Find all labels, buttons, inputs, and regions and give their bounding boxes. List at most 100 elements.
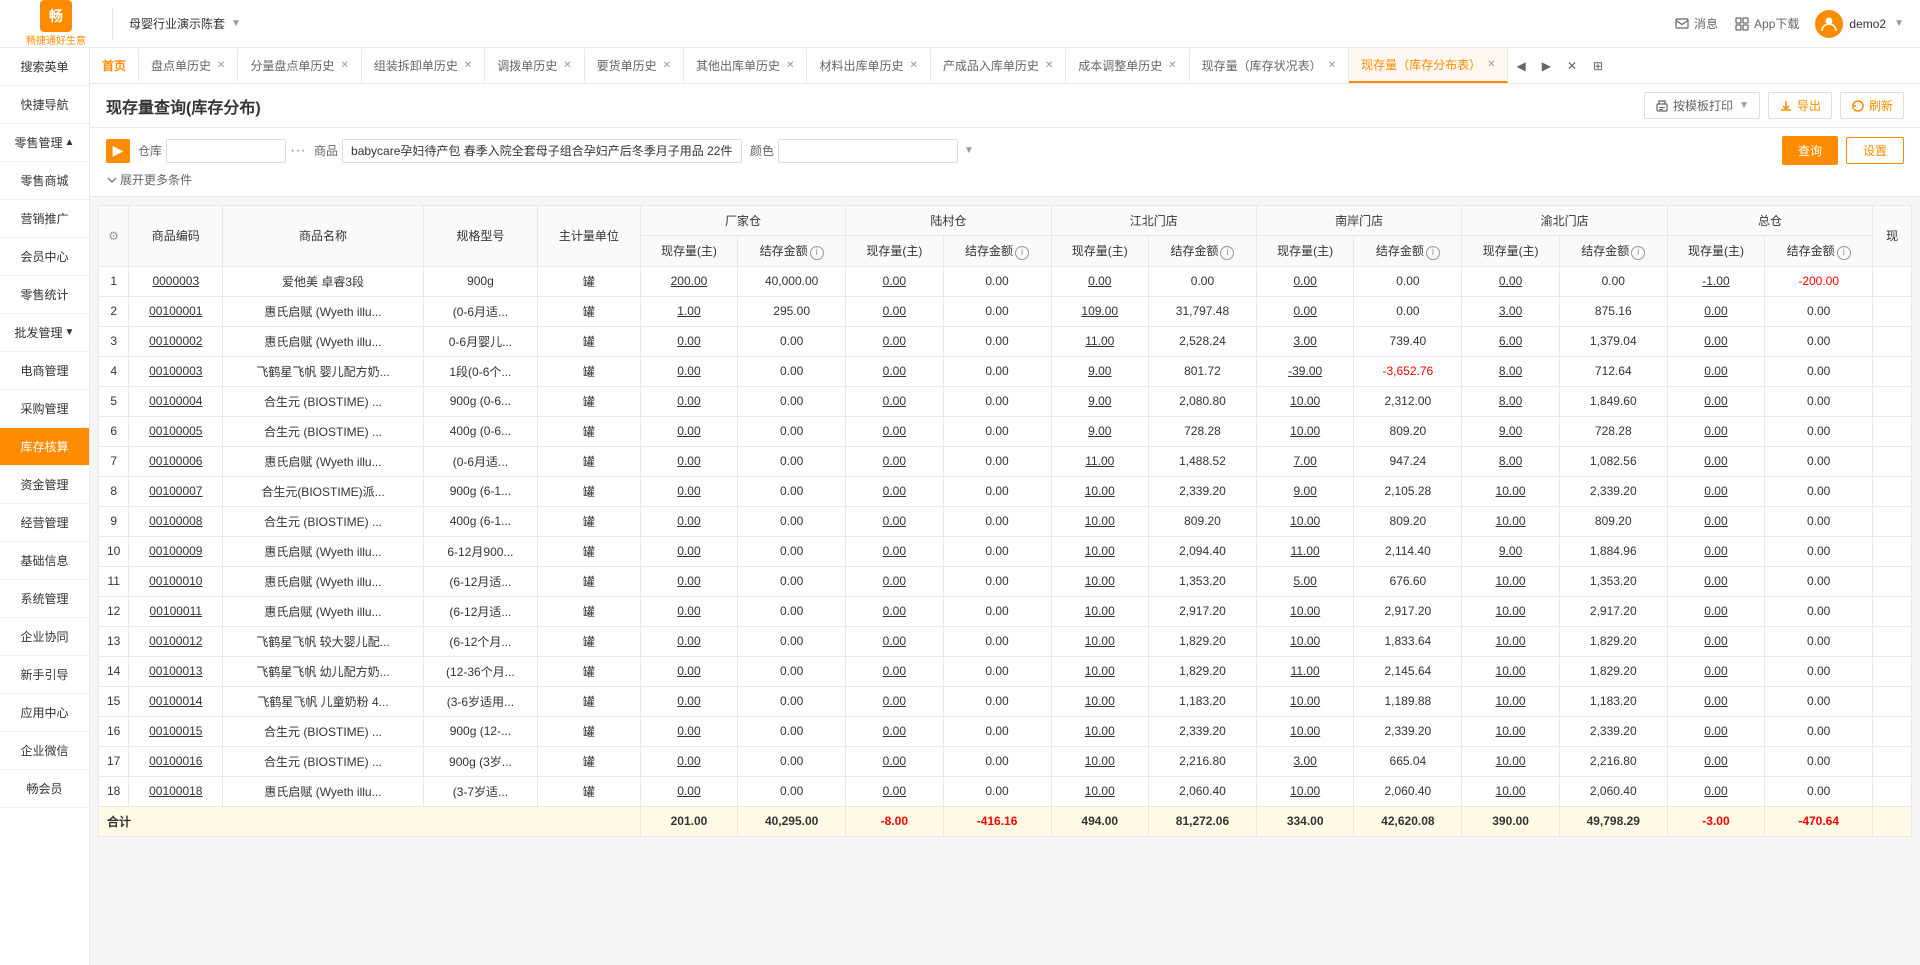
dropdown-arrow-icon: ▼ bbox=[231, 18, 241, 29]
refresh-btn[interactable]: 刷新 bbox=[1840, 92, 1904, 119]
sidebar-item-nav[interactable]: 快捷导航 bbox=[0, 86, 89, 124]
gear-settings-icon[interactable]: ⚙ bbox=[108, 229, 119, 243]
cell-luchun-qty: 0.00 bbox=[846, 386, 943, 416]
tab-nav-prev[interactable]: ◀ bbox=[1508, 51, 1533, 81]
print-btn[interactable]: 按模板打印 ▼ bbox=[1644, 92, 1760, 119]
tab-other-outbound[interactable]: 其他出库单历史 ✕ bbox=[684, 49, 807, 82]
expand-btn[interactable]: 展开更多条件 bbox=[106, 171, 1904, 188]
sidebar-item-wholesale[interactable]: 批发管理▼ bbox=[0, 314, 89, 352]
table-container[interactable]: ⚙ 商品编码 商品名称 规格型号 主计量单位 厂家仓 陆村仓 江北门店 南岸门店… bbox=[90, 197, 1920, 965]
cell-no: 14 bbox=[99, 656, 129, 686]
export-btn[interactable]: 导出 bbox=[1768, 92, 1832, 119]
sidebar-item-operations[interactable]: 经营管理 bbox=[0, 504, 89, 542]
cell-unit: 罐 bbox=[538, 746, 641, 776]
sidebar-item-members2[interactable]: 畅会员 bbox=[0, 770, 89, 808]
factory-amt-info-icon[interactable]: i bbox=[810, 246, 824, 260]
industry-dropdown[interactable]: 母婴行业演示陈套 ▼ bbox=[129, 15, 241, 32]
tab-close-inventory-dist[interactable]: ✕ bbox=[1487, 59, 1495, 70]
cell-no: 6 bbox=[99, 416, 129, 446]
filter-toggle-btn[interactable]: ▶ bbox=[106, 139, 130, 163]
tab-close-other-outbound[interactable]: ✕ bbox=[786, 60, 794, 71]
sidebar-item-retail-stats[interactable]: 零售统计 bbox=[0, 276, 89, 314]
tab-cost-adjust[interactable]: 成本调整单历史 ✕ bbox=[1066, 49, 1189, 82]
tab-transfer[interactable]: 调拨单历史 ✕ bbox=[485, 49, 584, 82]
nanan-amt-info-icon[interactable]: i bbox=[1426, 246, 1440, 260]
warehouse-label: 仓库 bbox=[138, 142, 162, 159]
cell-yubei-qty: 10.00 bbox=[1462, 686, 1559, 716]
tab-inventory-status[interactable]: 现存量（库存状况表） ✕ bbox=[1190, 49, 1349, 82]
expand-row: 展开更多条件 bbox=[106, 171, 1904, 188]
tab-home[interactable]: 首页 bbox=[90, 49, 139, 82]
tab-close-product-inbound[interactable]: ✕ bbox=[1045, 60, 1053, 71]
warehouse-input[interactable] bbox=[166, 139, 286, 163]
cell-code: 00100003 bbox=[129, 356, 223, 386]
user-area[interactable]: demo2 ▼ bbox=[1815, 10, 1904, 38]
cell-factory-qty: 0.00 bbox=[640, 536, 737, 566]
cell-jiangbei-amt: 1,183.20 bbox=[1148, 686, 1256, 716]
tab-close-inventory-count[interactable]: ✕ bbox=[217, 60, 225, 71]
tab-inventory-dist[interactable]: 现存量（库存分布表） ✕ bbox=[1349, 48, 1508, 83]
tab-assembly[interactable]: 组装拆卸单历史 ✕ bbox=[362, 49, 485, 82]
sidebar-item-guide[interactable]: 新手引导 bbox=[0, 656, 89, 694]
cell-name: 飞鹤星飞帆 幼儿配方奶... bbox=[223, 656, 424, 686]
cell-no: 1 bbox=[99, 266, 129, 296]
tab-inventory-count[interactable]: 盘点单历史 ✕ bbox=[139, 49, 238, 82]
cell-factory-qty: 0.00 bbox=[640, 506, 737, 536]
sidebar-item-member[interactable]: 会员中心 bbox=[0, 238, 89, 276]
tab-close-assembly[interactable]: ✕ bbox=[464, 60, 472, 71]
tab-inventory-count-label: 盘点单历史 bbox=[151, 57, 211, 74]
tab-close-all[interactable]: ✕ bbox=[1559, 51, 1585, 81]
tab-purchase-order[interactable]: 要货单历史 ✕ bbox=[585, 49, 684, 82]
tab-nav-next[interactable]: ▶ bbox=[1534, 51, 1559, 81]
cell-unit: 罐 bbox=[538, 446, 641, 476]
cell-factory-amt: 0.00 bbox=[738, 776, 846, 806]
total-amt-info-icon[interactable]: i bbox=[1837, 246, 1851, 260]
sidebar-item-collab[interactable]: 企业协同 bbox=[0, 618, 89, 656]
cell-code: 00100010 bbox=[129, 566, 223, 596]
jiangbei-amt-info-icon[interactable]: i bbox=[1220, 246, 1234, 260]
sidebar-item-marketing[interactable]: 营销推广 bbox=[0, 200, 89, 238]
tab-close-purchase-order[interactable]: ✕ bbox=[663, 60, 671, 71]
cell-yubei-qty: 3.00 bbox=[1462, 296, 1559, 326]
sidebar-item-retail-mgmt[interactable]: 零售管理▲ bbox=[0, 124, 89, 162]
sidebar-item-ecommerce[interactable]: 电商管理 bbox=[0, 352, 89, 390]
cell-factory-qty: 0.00 bbox=[640, 596, 737, 626]
tab-close-inventory-status[interactable]: ✕ bbox=[1328, 60, 1336, 71]
sidebar-item-purchase[interactable]: 采购管理 bbox=[0, 390, 89, 428]
sidebar-item-apps[interactable]: 应用中心 bbox=[0, 694, 89, 732]
app-download-btn[interactable]: App下载 bbox=[1734, 15, 1799, 32]
sidebar-item-system[interactable]: 系统管理 bbox=[0, 580, 89, 618]
luchun-amt-info-icon[interactable]: i bbox=[1015, 246, 1029, 260]
sidebar-item-finance[interactable]: 资金管理 bbox=[0, 466, 89, 504]
yubei-amt-info-icon[interactable]: i bbox=[1631, 246, 1645, 260]
sidebar-item-wechat[interactable]: 企业微信 bbox=[0, 732, 89, 770]
cell-total-qty: 0.00 bbox=[1667, 296, 1764, 326]
cell-yubei-amt: 809.20 bbox=[1559, 506, 1667, 536]
sidebar-item-inventory[interactable]: 库存核算 bbox=[0, 428, 89, 466]
message-btn[interactable]: 消息 bbox=[1674, 15, 1718, 32]
sidebar-item-search[interactable]: 搜索英单 bbox=[0, 48, 89, 86]
cell-yubei-qty: 9.00 bbox=[1462, 416, 1559, 446]
settings-btn[interactable]: 设置 bbox=[1846, 137, 1904, 164]
tab-close-cost-adjust[interactable]: ✕ bbox=[1168, 60, 1176, 71]
tab-close-partial-count[interactable]: ✕ bbox=[340, 60, 348, 71]
color-input[interactable] bbox=[778, 139, 958, 163]
tab-close-transfer[interactable]: ✕ bbox=[563, 60, 571, 71]
product-input[interactable] bbox=[342, 139, 742, 163]
warehouse-ellipsis-btn[interactable]: ··· bbox=[290, 142, 306, 160]
cell-jiangbei-qty: 0.00 bbox=[1051, 266, 1148, 296]
query-btn[interactable]: 查询 bbox=[1782, 136, 1838, 165]
sidebar-item-basics[interactable]: 基础信息 bbox=[0, 542, 89, 580]
sidebar-item-retail-mall[interactable]: 零售商城 bbox=[0, 162, 89, 200]
tab-material-outbound[interactable]: 材料出库单历史 ✕ bbox=[807, 49, 930, 82]
cell-spec: 900g (6-1... bbox=[423, 476, 537, 506]
tab-product-inbound[interactable]: 产成品入库单历史 ✕ bbox=[931, 49, 1066, 82]
cell-jiangbei-amt: 2,080.80 bbox=[1148, 386, 1256, 416]
cell-code: 00100014 bbox=[129, 686, 223, 716]
tab-partial-count[interactable]: 分量盘点单历史 ✕ bbox=[238, 49, 361, 82]
cell-spec: 900g (3岁... bbox=[423, 746, 537, 776]
tab-expand[interactable]: ⊞ bbox=[1585, 51, 1611, 81]
cell-no: 13 bbox=[99, 626, 129, 656]
total-nanan-qty: 334.00 bbox=[1256, 806, 1353, 836]
tab-close-material-outbound[interactable]: ✕ bbox=[909, 60, 917, 71]
